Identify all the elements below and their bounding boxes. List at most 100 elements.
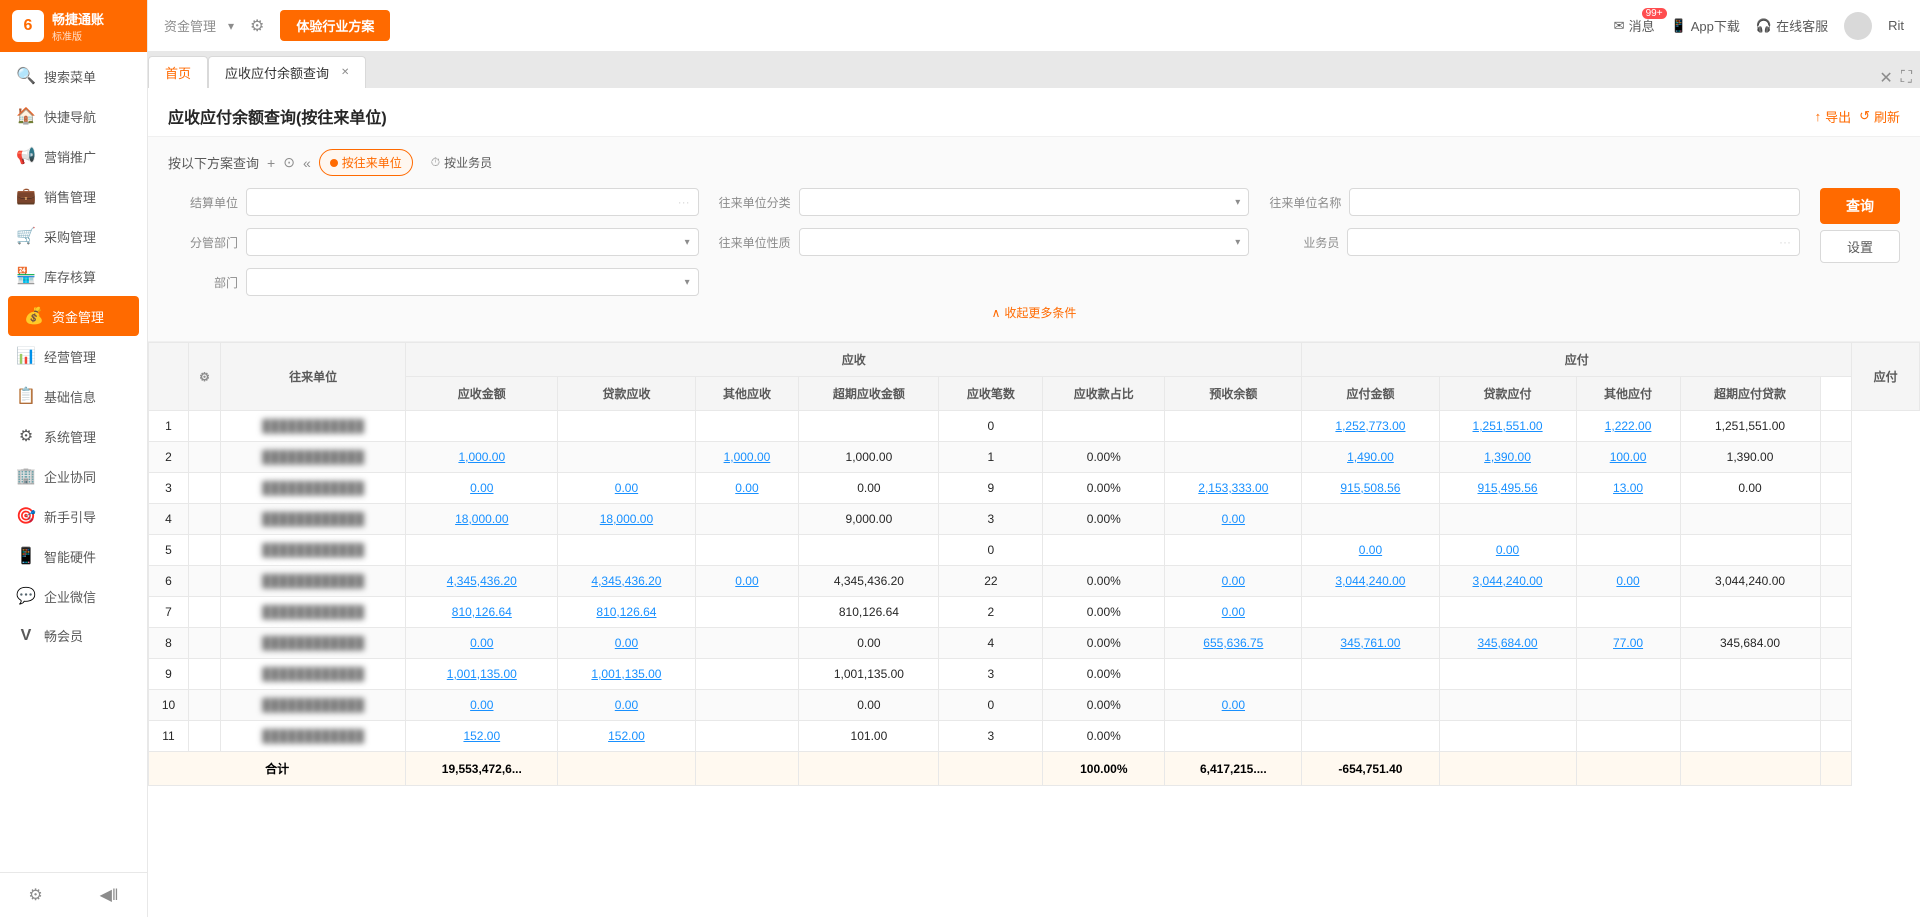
table-cell[interactable]: 1,001,135.00 [406,659,558,690]
amount-link[interactable]: 13.00 [1613,481,1643,495]
tab-close-window-btn[interactable]: ✕ [1879,68,1892,88]
export-button[interactable]: ↑ 导出 [1815,107,1852,126]
amount-link[interactable]: 0.00 [470,481,493,495]
amount-link[interactable]: 1,490.00 [1347,450,1394,464]
table-cell[interactable]: 915,495.56 [1439,473,1576,504]
table-cell[interactable]: 915,508.56 [1302,473,1439,504]
amount-link[interactable]: 810,126.64 [452,605,512,619]
sidebar-item-purchase[interactable]: 🛒 采购管理 [0,216,147,256]
filter-salesman-input[interactable]: ··· [1347,228,1800,256]
setting-button[interactable]: 设置 [1820,230,1900,263]
table-cell[interactable]: 1,252,773.00 [1302,411,1439,442]
tab-maximize-btn[interactable]: ⛶ [1901,69,1912,87]
table-cell[interactable]: 1,222.00 [1576,411,1680,442]
table-cell[interactable]: 1,001,135.00 [558,659,695,690]
sidebar-settings-btn[interactable]: ⚙ [20,881,50,909]
amount-link[interactable]: 1,252,773.00 [1335,419,1405,433]
amount-link[interactable]: 0.00 [1222,605,1245,619]
table-cell[interactable]: 1,000.00 [695,442,799,473]
filter-section-dept-input[interactable]: ▾ [246,268,699,296]
filter-dept-input[interactable]: ▾ [246,228,699,256]
amount-link[interactable]: 2,153,333.00 [1198,481,1268,495]
table-cell[interactable]: 0.00 [1165,690,1302,721]
table-cell[interactable]: 0.00 [558,690,695,721]
amount-link[interactable]: 0.00 [1222,574,1245,588]
table-cell[interactable]: 810,126.64 [558,597,695,628]
sidebar-item-enterprise[interactable]: 🏢 企业协同 [0,456,147,496]
sidebar-item-search-menu[interactable]: 🔍 搜索菜单 [0,56,147,96]
table-cell[interactable]: 152.00 [558,721,695,752]
table-cell[interactable]: 77.00 [1576,628,1680,659]
sidebar-item-basic[interactable]: 📋 基础信息 [0,376,147,416]
sidebar-item-marketing[interactable]: 📢 营销推广 [0,136,147,176]
table-cell[interactable]: 1,390.00 [1439,442,1576,473]
table-cell[interactable]: 0.00 [695,566,799,597]
amount-link[interactable]: 345,761.00 [1340,636,1400,650]
amount-link[interactable]: 0.00 [470,636,493,650]
amount-link[interactable]: 0.00 [1496,543,1519,557]
amount-link[interactable]: 3,044,240.00 [1473,574,1543,588]
sidebar-collapse-btn[interactable]: ◀‖ [92,881,127,909]
amount-link[interactable]: 0.00 [1616,574,1639,588]
scheme-by-partner[interactable]: 按往来单位 [319,149,413,176]
amount-link[interactable]: 1,390.00 [1484,450,1531,464]
table-cell[interactable]: 0.00 [406,628,558,659]
amount-link[interactable]: 152.00 [608,729,645,743]
filter-partner-nature-input[interactable]: ▾ [799,228,1250,256]
table-cell[interactable]: 0.00 [1302,535,1439,566]
table-cell[interactable]: 3,044,240.00 [1302,566,1439,597]
refresh-button[interactable]: ↺ 刷新 [1859,107,1900,126]
table-cell[interactable]: 345,761.00 [1302,628,1439,659]
filter-settlement-input[interactable]: ··· [246,188,699,216]
amount-link[interactable]: 4,345,436.20 [447,574,517,588]
amount-link[interactable]: 77.00 [1613,636,1643,650]
app-download-action[interactable]: 📱 App下载 [1671,16,1740,35]
sidebar-item-guide[interactable]: 🎯 新手引导 [0,496,147,536]
sidebar-item-finance[interactable]: 💰 资金管理 [8,296,139,336]
table-cell[interactable]: 3,044,240.00 [1439,566,1576,597]
amount-link[interactable]: 3,044,240.00 [1335,574,1405,588]
table-cell[interactable]: 152.00 [406,721,558,752]
sidebar-item-quick-nav[interactable]: 🏠 快捷导航 [0,96,147,136]
scheme-collapse-icon[interactable]: « [303,155,311,171]
amount-link[interactable]: 100.00 [1610,450,1647,464]
amount-link[interactable]: 0.00 [615,481,638,495]
amount-link[interactable]: 0.00 [1222,698,1245,712]
table-cell[interactable]: 0.00 [1439,535,1576,566]
table-cell[interactable]: 4,345,436.20 [406,566,558,597]
table-cell[interactable]: 655,636.75 [1165,628,1302,659]
table-gear-icon[interactable]: ⚙ [199,370,210,384]
sidebar-item-smart-hw[interactable]: 📱 智能硬件 [0,536,147,576]
amount-link[interactable]: 915,508.56 [1340,481,1400,495]
table-cell[interactable]: 18,000.00 [558,504,695,535]
table-cell[interactable]: 0.00 [406,473,558,504]
table-cell[interactable]: 0.00 [1576,566,1680,597]
amount-link[interactable]: 0.00 [615,698,638,712]
amount-link[interactable]: 0.00 [1359,543,1382,557]
amount-link[interactable]: 4,345,436.20 [591,574,661,588]
messages-action[interactable]: ✉ 消息 99+ [1614,16,1655,35]
amount-link[interactable]: 18,000.00 [600,512,653,526]
amount-link[interactable]: 0.00 [735,481,758,495]
sidebar-item-wechat[interactable]: 💬 企业微信 [0,576,147,616]
amount-link[interactable]: 0.00 [1222,512,1245,526]
tab-home[interactable]: 首页 [148,56,208,88]
amount-link[interactable]: 915,495.56 [1478,481,1538,495]
table-cell[interactable]: 0.00 [1165,504,1302,535]
table-cell[interactable]: 1,490.00 [1302,442,1439,473]
filter-partner-name-input[interactable] [1349,188,1800,216]
sidebar-item-sales[interactable]: 💼 销售管理 [0,176,147,216]
scheme-by-salesman[interactable]: ⏱ 按业务员 [421,150,502,175]
amount-link[interactable]: 152.00 [463,729,500,743]
amount-link[interactable]: 18,000.00 [455,512,508,526]
breadcrumb-dropdown-icon[interactable]: ▾ [228,19,234,33]
tab-ar-query[interactable]: 应收应付余额查询 ✕ [208,56,366,88]
amount-link[interactable]: 655,636.75 [1203,636,1263,650]
table-cell[interactable]: 1,251,551.00 [1439,411,1576,442]
table-cell[interactable]: 0.00 [558,628,695,659]
query-button[interactable]: 查询 [1820,188,1900,224]
amount-link[interactable]: 1,001,135.00 [447,667,517,681]
sidebar-item-operations[interactable]: 📊 经营管理 [0,336,147,376]
table-cell[interactable]: 100.00 [1576,442,1680,473]
amount-link[interactable]: 345,684.00 [1478,636,1538,650]
